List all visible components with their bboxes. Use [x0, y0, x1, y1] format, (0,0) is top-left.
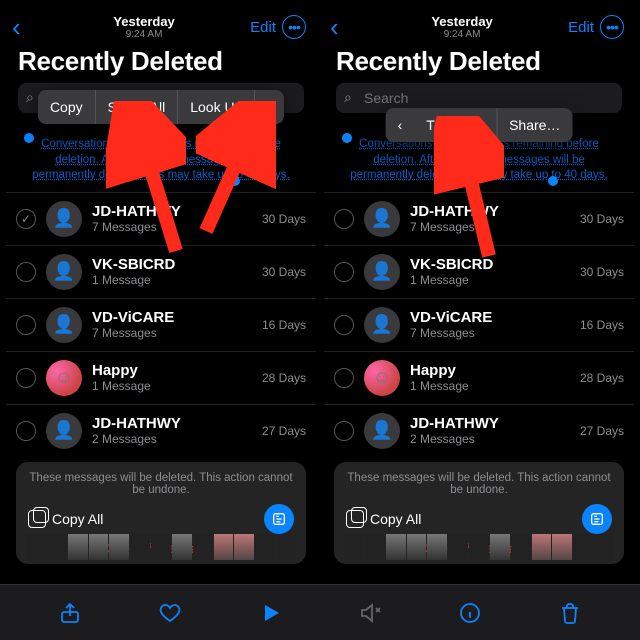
delete-warning-sheet: These messages will be deleted. This act… — [334, 462, 624, 564]
red-arrow-annotation — [106, 101, 186, 261]
photo-viewer-toolbar — [0, 584, 640, 640]
list-item[interactable]: 👤 JD-HATHWY2 Messages 27 Days — [6, 404, 316, 457]
left-pane: ‹ Yesterday 9:24 AM Edit ••• Recently De… — [6, 6, 316, 584]
copy-icon — [28, 510, 46, 528]
red-arrow-annotation — [434, 116, 504, 266]
heart-icon[interactable] — [157, 600, 183, 626]
row-checkbox[interactable] — [334, 209, 354, 229]
avatar-photo: ☺ — [364, 360, 400, 396]
days-remaining: 28 Days — [580, 371, 624, 385]
share-bubble-icon[interactable] — [264, 504, 294, 534]
days-remaining: 30 Days — [262, 265, 306, 279]
share-bubble-icon[interactable] — [582, 504, 612, 534]
row-checkbox[interactable] — [334, 368, 354, 388]
copy-all-button[interactable]: Copy All — [28, 510, 103, 528]
days-remaining: 30 Days — [580, 212, 624, 226]
days-remaining: 30 Days — [580, 265, 624, 279]
menu-copy[interactable]: Copy — [38, 90, 96, 124]
top-nav: ‹ Yesterday 9:24 AM Edit ••• — [6, 6, 316, 46]
copy-icon — [346, 510, 364, 528]
days-remaining: 16 Days — [580, 318, 624, 332]
delete-warning-sheet: These messages will be deleted. This act… — [16, 462, 306, 564]
more-menu-icon[interactable]: ••• — [282, 15, 306, 39]
trash-icon[interactable] — [557, 600, 583, 626]
search-icon: ⌕ — [26, 89, 34, 106]
row-checkbox[interactable] — [16, 368, 36, 388]
days-remaining: 27 Days — [580, 424, 624, 438]
back-chevron-icon[interactable]: ‹ — [12, 14, 38, 40]
list-item[interactable]: ☺ Happy1 Message 28 Days — [324, 351, 634, 404]
info-icon[interactable] — [457, 600, 483, 626]
row-checkbox[interactable] — [16, 315, 36, 335]
avatar-icon: 👤 — [46, 254, 82, 290]
page-title: Recently Deleted — [324, 46, 634, 83]
row-checkbox[interactable] — [334, 421, 354, 441]
more-menu-icon[interactable]: ••• — [600, 15, 624, 39]
nav-title: Yesterday 9:24 AM — [38, 14, 250, 40]
avatar-icon: 👤 — [364, 307, 400, 343]
row-checkbox[interactable] — [16, 209, 36, 229]
row-checkbox[interactable] — [16, 262, 36, 282]
share-icon[interactable] — [57, 600, 83, 626]
row-checkbox[interactable] — [334, 315, 354, 335]
search-icon: ⌕ — [344, 89, 352, 106]
selection-handle-start[interactable] — [342, 133, 352, 143]
avatar-photo: ☺ — [46, 360, 82, 396]
list-item[interactable]: 👤 VD-ViCARE7 Messages 16 Days — [324, 298, 634, 351]
selection-handle-end[interactable] — [548, 176, 558, 186]
row-checkbox[interactable] — [334, 262, 354, 282]
avatar-icon: 👤 — [364, 254, 400, 290]
avatar-icon: 👤 — [46, 201, 82, 237]
top-nav: ‹ Yesterday 9:24 AM Edit ••• — [324, 6, 634, 46]
avatar-icon: 👤 — [364, 413, 400, 449]
video-scrubber[interactable] — [344, 534, 614, 560]
play-icon[interactable] — [257, 600, 283, 626]
mute-icon[interactable] — [357, 600, 383, 626]
list-item[interactable]: ☺ Happy1 Message 28 Days — [6, 351, 316, 404]
list-item[interactable]: 👤 JD-HATHWY2 Messages 27 Days — [324, 404, 634, 457]
back-chevron-icon[interactable]: ‹ — [330, 14, 356, 40]
page-title: Recently Deleted — [6, 46, 316, 83]
list-item[interactable]: 👤 VD-ViCARE7 Messages 16 Days — [6, 298, 316, 351]
row-checkbox[interactable] — [16, 421, 36, 441]
red-arrow-annotation — [196, 101, 276, 241]
avatar-icon: 👤 — [46, 307, 82, 343]
days-remaining: 28 Days — [262, 371, 306, 385]
copy-all-button[interactable]: Copy All — [346, 510, 421, 528]
avatar-icon: 👤 — [364, 201, 400, 237]
days-remaining: 27 Days — [262, 424, 306, 438]
days-remaining: 16 Days — [262, 318, 306, 332]
video-scrubber[interactable] — [26, 534, 296, 560]
selection-handle-start[interactable] — [24, 133, 34, 143]
edit-button[interactable]: Edit — [568, 19, 594, 36]
nav-title: Yesterday 9:24 AM — [356, 14, 568, 40]
edit-button[interactable]: Edit — [250, 19, 276, 36]
menu-share[interactable]: Share… — [497, 108, 572, 142]
right-pane: ‹ Yesterday 9:24 AM Edit ••• Recently De… — [324, 6, 634, 584]
menu-prev-icon[interactable]: ‹ — [386, 117, 415, 133]
avatar-icon: 👤 — [46, 413, 82, 449]
